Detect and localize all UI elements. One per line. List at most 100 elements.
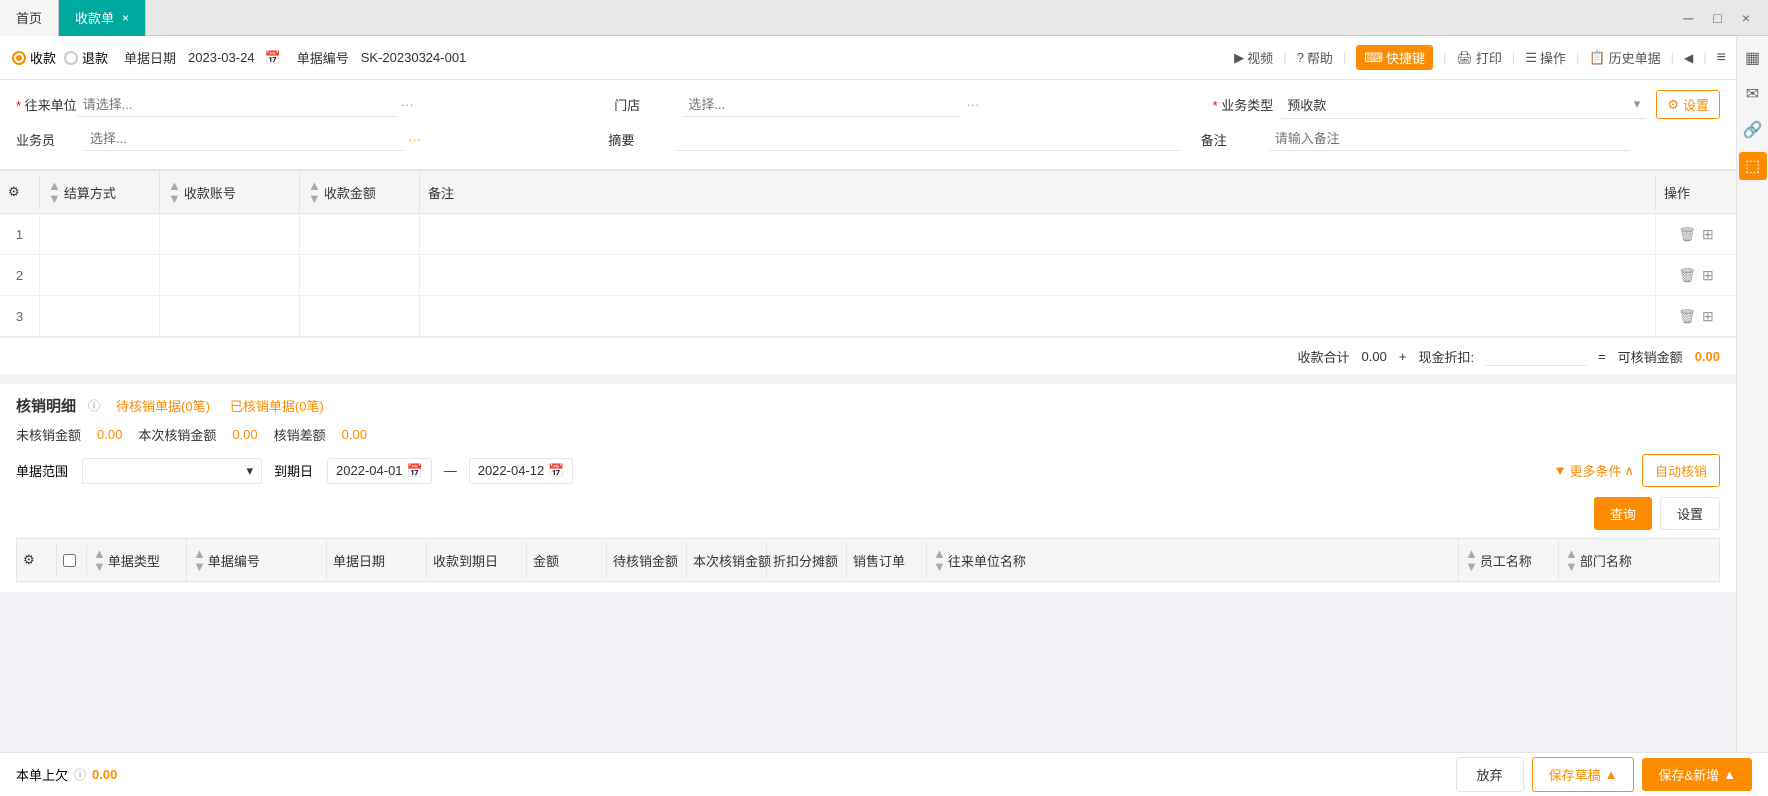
- settings-button[interactable]: ⚙ 设置: [1656, 90, 1720, 119]
- verify-settings-button[interactable]: 设置: [1660, 497, 1720, 530]
- row-num-2: 2: [0, 255, 40, 295]
- summary-input[interactable]: [676, 127, 1180, 151]
- vth-discount-label: 折扣分摊额: [773, 551, 838, 570]
- staff-field: 业务员 ···: [16, 127, 588, 151]
- vth-counterpart: ▲▼ 往来单位名称: [927, 539, 1459, 581]
- maximize-button[interactable]: □: [1707, 8, 1727, 28]
- remark-input[interactable]: [1269, 127, 1630, 151]
- save-new-button[interactable]: 保存&新增 ▲: [1642, 758, 1752, 791]
- radio-shoukuan[interactable]: 收款: [12, 48, 56, 67]
- td-action-2: 🗑 ⊞: [1656, 255, 1736, 295]
- td-amount-1[interactable]: [300, 214, 420, 254]
- vth-amount: 金额: [527, 543, 607, 578]
- print-action[interactable]: 🖨 打印: [1456, 48, 1502, 67]
- td-action-3: 🗑 ⊞: [1656, 296, 1736, 336]
- td-remark-1[interactable]: [420, 214, 1656, 254]
- check-all-checkbox[interactable]: [63, 554, 76, 567]
- verify-table-header: ⚙ ▲▼ 单据类型 ▲▼ 单据编号 单据日期 收款到期日 金额: [16, 538, 1720, 582]
- vth-date: 单据日期: [327, 543, 427, 578]
- layout-prev-icon[interactable]: ◀: [1684, 51, 1693, 65]
- more-filter-btn[interactable]: ▼ 更多条件 ∧: [1554, 461, 1634, 480]
- dropdown-icon: ▾: [1634, 96, 1641, 112]
- vth-settings[interactable]: ⚙: [17, 544, 57, 576]
- settings-field: ⚙ 设置: [1656, 90, 1720, 119]
- business-type-select[interactable]: 预收款 ▾: [1281, 91, 1646, 119]
- range-select[interactable]: ▾: [82, 458, 262, 484]
- td-remark-3[interactable]: [420, 296, 1656, 336]
- business-type-label: 业务类型: [1213, 95, 1274, 114]
- td-settlement-1[interactable]: [40, 214, 160, 254]
- shortcut-action[interactable]: ⌨ 快捷键: [1356, 45, 1433, 70]
- calendar-icon[interactable]: 📅: [265, 50, 281, 66]
- staff-more-icon[interactable]: ···: [408, 132, 421, 147]
- delete-icon-2[interactable]: 🗑: [1678, 267, 1696, 284]
- auto-verify-button[interactable]: 自动核销: [1642, 454, 1720, 487]
- vth-number-label: 单据编号: [208, 551, 260, 570]
- help-icon: ?: [1297, 50, 1304, 65]
- td-remark-2[interactable]: [420, 255, 1656, 295]
- tab-current[interactable]: 收款单 ×: [59, 0, 146, 36]
- th-remark: 备注: [420, 175, 1656, 210]
- store-input[interactable]: [682, 93, 962, 117]
- copy-icon-3[interactable]: ⊞: [1702, 308, 1714, 325]
- th-account: ▲▼ 收款账号: [160, 171, 300, 213]
- number-field: 单据编号 SK-20230324-001: [297, 48, 467, 67]
- summary-field: 摘要: [608, 127, 1180, 151]
- number-label: 单据编号: [297, 48, 349, 67]
- form-row-2: 业务员 ··· 摘要 备注: [16, 127, 1720, 151]
- td-settlement-3[interactable]: [40, 296, 160, 336]
- save-draft-button[interactable]: 保存草稿 ▲: [1532, 757, 1635, 792]
- vth-order: 销售订单: [847, 543, 927, 578]
- info-icon[interactable]: ⓘ: [88, 397, 100, 414]
- vth-check[interactable]: [57, 546, 87, 575]
- panel-expand-icon[interactable]: ⬚: [1739, 152, 1767, 180]
- store-more-icon[interactable]: ···: [966, 97, 979, 112]
- tab-home[interactable]: 首页: [0, 0, 59, 36]
- current-verify-label: 本次核销金额: [138, 425, 216, 444]
- date-field: 单据日期 2023-03-24 📅: [124, 48, 281, 67]
- vth-discount: 折扣分摊额: [767, 543, 847, 578]
- panel-mail-icon[interactable]: ✉: [1739, 80, 1767, 108]
- history-action[interactable]: 📋 历史单据: [1589, 48, 1660, 67]
- copy-icon-1[interactable]: ⊞: [1702, 226, 1714, 243]
- counterpart-more-icon[interactable]: ···: [401, 97, 414, 112]
- query-button[interactable]: 查询: [1594, 497, 1652, 530]
- radio-tuikuan[interactable]: 退款: [64, 48, 108, 67]
- td-amount-3[interactable]: [300, 296, 420, 336]
- shortcut-label: 快捷键: [1386, 48, 1425, 67]
- help-action[interactable]: ? 帮助: [1297, 48, 1333, 67]
- discount-input[interactable]: [1486, 346, 1586, 366]
- date-value[interactable]: 2023-03-24: [188, 50, 255, 65]
- settings-icon: ⚙: [8, 184, 20, 200]
- th-settings[interactable]: ⚙: [0, 176, 40, 208]
- delete-icon-1[interactable]: 🗑: [1678, 226, 1696, 243]
- td-account-2[interactable]: [160, 255, 300, 295]
- store-label: 门店: [614, 95, 674, 114]
- tab-home-label: 首页: [16, 8, 42, 27]
- panel-table-icon[interactable]: ▦: [1739, 44, 1767, 72]
- staff-input[interactable]: [84, 127, 404, 151]
- bottom-spacer: [0, 592, 1736, 642]
- td-account-1[interactable]: [160, 214, 300, 254]
- td-account-3[interactable]: [160, 296, 300, 336]
- table-row: 2 🗑 ⊞: [0, 255, 1736, 296]
- panel-link-icon[interactable]: 🔗: [1739, 116, 1767, 144]
- td-settlement-2[interactable]: [40, 255, 160, 295]
- layout-list-icon[interactable]: ≡: [1717, 49, 1726, 67]
- available-value: 0.00: [1695, 349, 1720, 364]
- minimize-button[interactable]: ─: [1677, 8, 1699, 28]
- done-tab[interactable]: 已核销单据(0笔): [226, 394, 328, 417]
- date-end-input[interactable]: 2022-04-12 📅: [469, 458, 574, 484]
- vth-type-label: 单据类型: [108, 551, 160, 570]
- operation-action[interactable]: ☰ 操作: [1525, 48, 1566, 67]
- date-start-input[interactable]: 2022-04-01 📅: [327, 458, 432, 484]
- copy-icon-2[interactable]: ⊞: [1702, 267, 1714, 284]
- video-action[interactable]: ▶ 视频: [1234, 48, 1273, 67]
- counterpart-input[interactable]: [77, 93, 397, 117]
- delete-icon-3[interactable]: 🗑: [1678, 308, 1696, 325]
- discard-button[interactable]: 放弃: [1456, 757, 1524, 792]
- td-amount-2[interactable]: [300, 255, 420, 295]
- pending-tab[interactable]: 待核销单据(0笔): [112, 394, 214, 417]
- close-button[interactable]: ×: [1736, 8, 1756, 28]
- tab-close-icon[interactable]: ×: [122, 11, 129, 25]
